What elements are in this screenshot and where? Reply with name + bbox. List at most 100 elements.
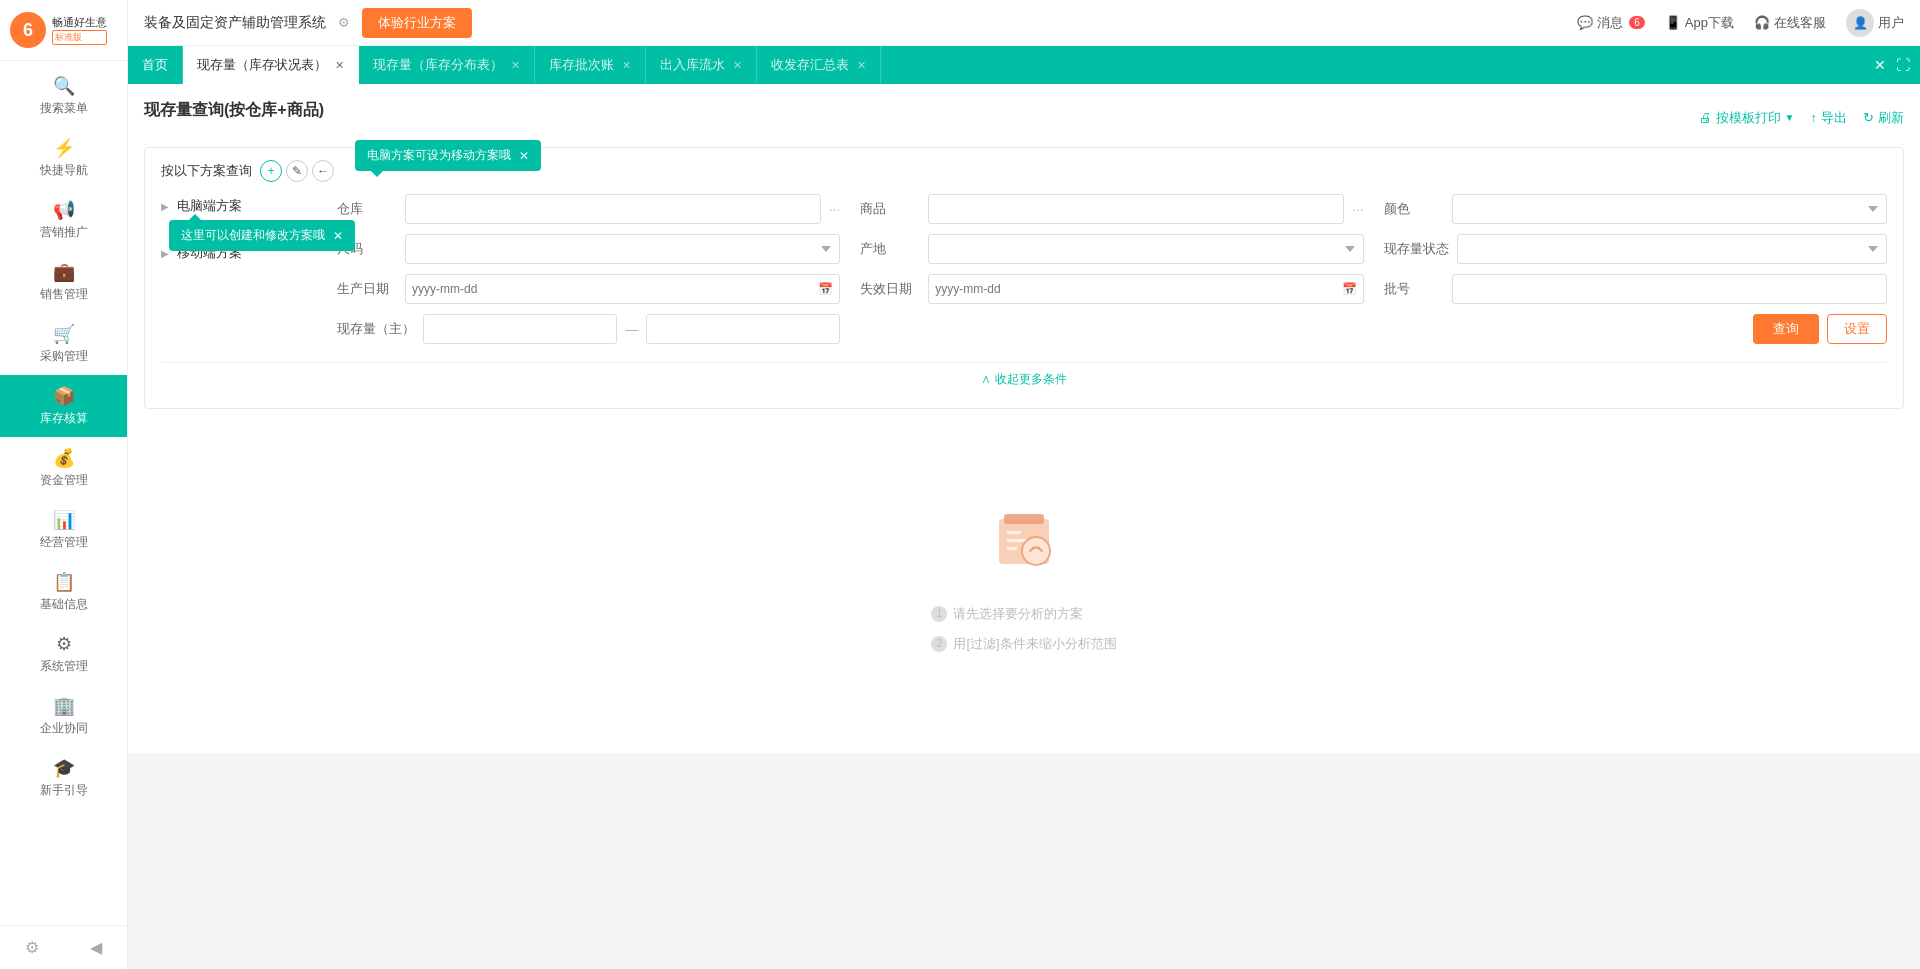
- reset-btn[interactable]: 设置: [1827, 314, 1887, 344]
- search-btn[interactable]: 查询: [1753, 314, 1819, 344]
- sidebar-bottom: ⚙ ◀: [0, 925, 127, 969]
- refresh-btn[interactable]: ↻ 刷新: [1863, 109, 1904, 127]
- tab-2[interactable]: 现存量（库存分布表）✕: [359, 46, 535, 84]
- user-item[interactable]: 👤 用户: [1846, 9, 1904, 37]
- notification-label: 消息: [1597, 14, 1623, 32]
- tab-close-2[interactable]: ✕: [511, 59, 520, 72]
- produce-date-input[interactable]: [412, 282, 814, 296]
- stock-status-select[interactable]: [1457, 234, 1887, 264]
- empty-illustration: [974, 489, 1074, 589]
- warehouse-input[interactable]: [405, 194, 821, 224]
- product-dots[interactable]: ···: [1352, 201, 1364, 217]
- collapse-bar[interactable]: ∧ 收起更多条件: [161, 362, 1887, 396]
- filter-product: 商品 ···: [860, 194, 1363, 224]
- tab-1[interactable]: 现存量（库存状况表） ✕: [183, 46, 359, 84]
- expire-date-input[interactable]: [935, 282, 1337, 296]
- origin-label: 产地: [860, 240, 920, 258]
- filter-expire-date: 失效日期 📅: [860, 274, 1363, 304]
- sidebar-item-search[interactable]: 🔍搜索菜单: [0, 65, 127, 127]
- tab-3[interactable]: 库存批次账 ✕: [535, 46, 646, 84]
- stock-main-label: 现存量（主）: [337, 320, 415, 338]
- svg-point-5: [1022, 537, 1050, 565]
- sidebar-item-sales[interactable]: 💼销售管理: [0, 251, 127, 313]
- product-input[interactable]: [928, 194, 1344, 224]
- sidebar-item-marketing[interactable]: 📢营销推广: [0, 189, 127, 251]
- sidebar-item-system[interactable]: ⚙系统管理: [0, 623, 127, 685]
- tab-0[interactable]: 首页: [128, 46, 183, 84]
- expire-date-calendar-icon[interactable]: 📅: [1342, 282, 1357, 296]
- tab-5[interactable]: 收发存汇总表✕: [757, 46, 881, 84]
- expire-date-input-wrapper: 📅: [928, 274, 1363, 304]
- tooltip1-text: 电脑方案可设为移动方案哦: [367, 147, 511, 164]
- filter-header-label: 按以下方案查询: [161, 162, 252, 180]
- collapse-sidebar-icon[interactable]: ◀: [90, 938, 102, 957]
- settings-bottom-icon[interactable]: ⚙: [25, 938, 39, 957]
- sidebar-nav: 🔍搜索菜单⚡快捷导航📢营销推广💼销售管理🛒采购管理📦库存核算💰资金管理📊经营管理…: [0, 61, 127, 925]
- tab-close-5[interactable]: ✕: [857, 59, 866, 72]
- online-service-item[interactable]: 🎧 在线客服: [1754, 14, 1826, 32]
- warehouse-dots[interactable]: ···: [829, 201, 841, 217]
- tab-close-all-icon[interactable]: ✕: [1874, 57, 1886, 73]
- sidebar-item-inventory[interactable]: 📦库存核算: [0, 375, 127, 437]
- print-dropdown-icon: ▼: [1785, 112, 1795, 123]
- filter-row-2: 尺码 产地 现存量状态: [337, 234, 1887, 264]
- settings-icon[interactable]: ⚙: [338, 15, 350, 30]
- svg-rect-4: [1007, 547, 1017, 550]
- filter-section: 按以下方案查询 + ✎ ← 电脑方案可设为移动方案哦 ✕ ▶ 电脑端方案: [144, 147, 1904, 409]
- scheme-desktop-label: 电脑端方案: [177, 197, 242, 215]
- tooltip2-close[interactable]: ✕: [333, 229, 343, 243]
- size-select[interactable]: [405, 234, 840, 264]
- print-label: 按模板打印: [1716, 109, 1781, 127]
- sidebar-item-purchase[interactable]: 🛒采购管理: [0, 313, 127, 375]
- sidebar-item-label-basic: 基础信息: [40, 596, 88, 613]
- batch-input[interactable]: [1452, 274, 1887, 304]
- trial-industry-btn[interactable]: 体验行业方案: [362, 8, 472, 38]
- sidebar-item-basic[interactable]: 📋 基础信息: [0, 561, 127, 623]
- print-btn[interactable]: 🖨 按模板打印 ▼: [1699, 109, 1795, 127]
- svg-rect-3: [1007, 539, 1027, 542]
- service-icon: 🎧: [1754, 15, 1770, 30]
- sidebar-item-quicknav[interactable]: ⚡快捷导航: [0, 127, 127, 189]
- color-select[interactable]: [1452, 194, 1887, 224]
- tab-fullscreen-icon[interactable]: ⛶: [1896, 57, 1910, 73]
- stock-main-from[interactable]: [423, 314, 617, 344]
- user-label: 用户: [1878, 14, 1904, 32]
- online-service-label: 在线客服: [1774, 14, 1826, 32]
- tab-label-3: 库存批次账: [549, 56, 614, 74]
- svg-rect-1: [1004, 514, 1044, 524]
- basic-icon: 📋: [53, 571, 75, 593]
- stock-main-to[interactable]: [646, 314, 840, 344]
- tab-close-3[interactable]: ✕: [622, 59, 631, 72]
- origin-select[interactable]: [928, 234, 1363, 264]
- back-scheme-btn[interactable]: ←: [312, 160, 334, 182]
- scheme-item-desktop[interactable]: ▶ 电脑端方案: [161, 194, 321, 218]
- color-label: 颜色: [1384, 200, 1444, 218]
- main-content: 现存量查询(按仓库+商品) 🖨 按模板打印 ▼ ↑ 导出 ↻ 刷新: [128, 84, 1920, 969]
- sidebar-item-operation[interactable]: 📊经营管理: [0, 499, 127, 561]
- sidebar-item-finance[interactable]: 💰资金管理: [0, 437, 127, 499]
- edit-scheme-btn[interactable]: ✎: [286, 160, 308, 182]
- notification-item[interactable]: 💬 消息 6: [1577, 14, 1645, 32]
- add-scheme-btn[interactable]: +: [260, 160, 282, 182]
- tooltip1-close[interactable]: ✕: [519, 149, 529, 163]
- export-btn[interactable]: ↑ 导出: [1811, 109, 1848, 127]
- stock-range-sep: —: [625, 322, 638, 337]
- sidebar-logo: 6 畅通好生意 标准版: [0, 0, 127, 61]
- filter-warehouse: 仓库 ···: [337, 194, 840, 224]
- guide-icon: 🎓: [53, 757, 75, 779]
- refresh-label: 刷新: [1878, 109, 1904, 127]
- tab-4[interactable]: 出入库流水✕: [646, 46, 757, 84]
- produce-date-calendar-icon[interactable]: 📅: [818, 282, 833, 296]
- sidebar-item-label-operation: 经营管理: [40, 534, 88, 551]
- logo-name: 畅通好生意: [52, 15, 107, 30]
- tab-label-1: 现存量（库存状况表）: [197, 56, 327, 74]
- sidebar-item-guide[interactable]: 🎓新手引导: [0, 747, 127, 809]
- sidebar-item-label-finance: 资金管理: [40, 472, 88, 489]
- sidebar-item-enterprise[interactable]: 🏢企业协同: [0, 685, 127, 747]
- tab-close-1[interactable]: ✕: [335, 59, 344, 72]
- produce-date-label: 生产日期: [337, 280, 397, 298]
- tab-close-4[interactable]: ✕: [733, 59, 742, 72]
- app-download-item[interactable]: 📱 App下载: [1665, 14, 1734, 32]
- tab-bar: 首页现存量（库存状况表）✕现存量（库存分布表）✕库存批次账✕出入库流水✕收发存汇…: [128, 46, 1920, 84]
- product-label: 商品: [860, 200, 920, 218]
